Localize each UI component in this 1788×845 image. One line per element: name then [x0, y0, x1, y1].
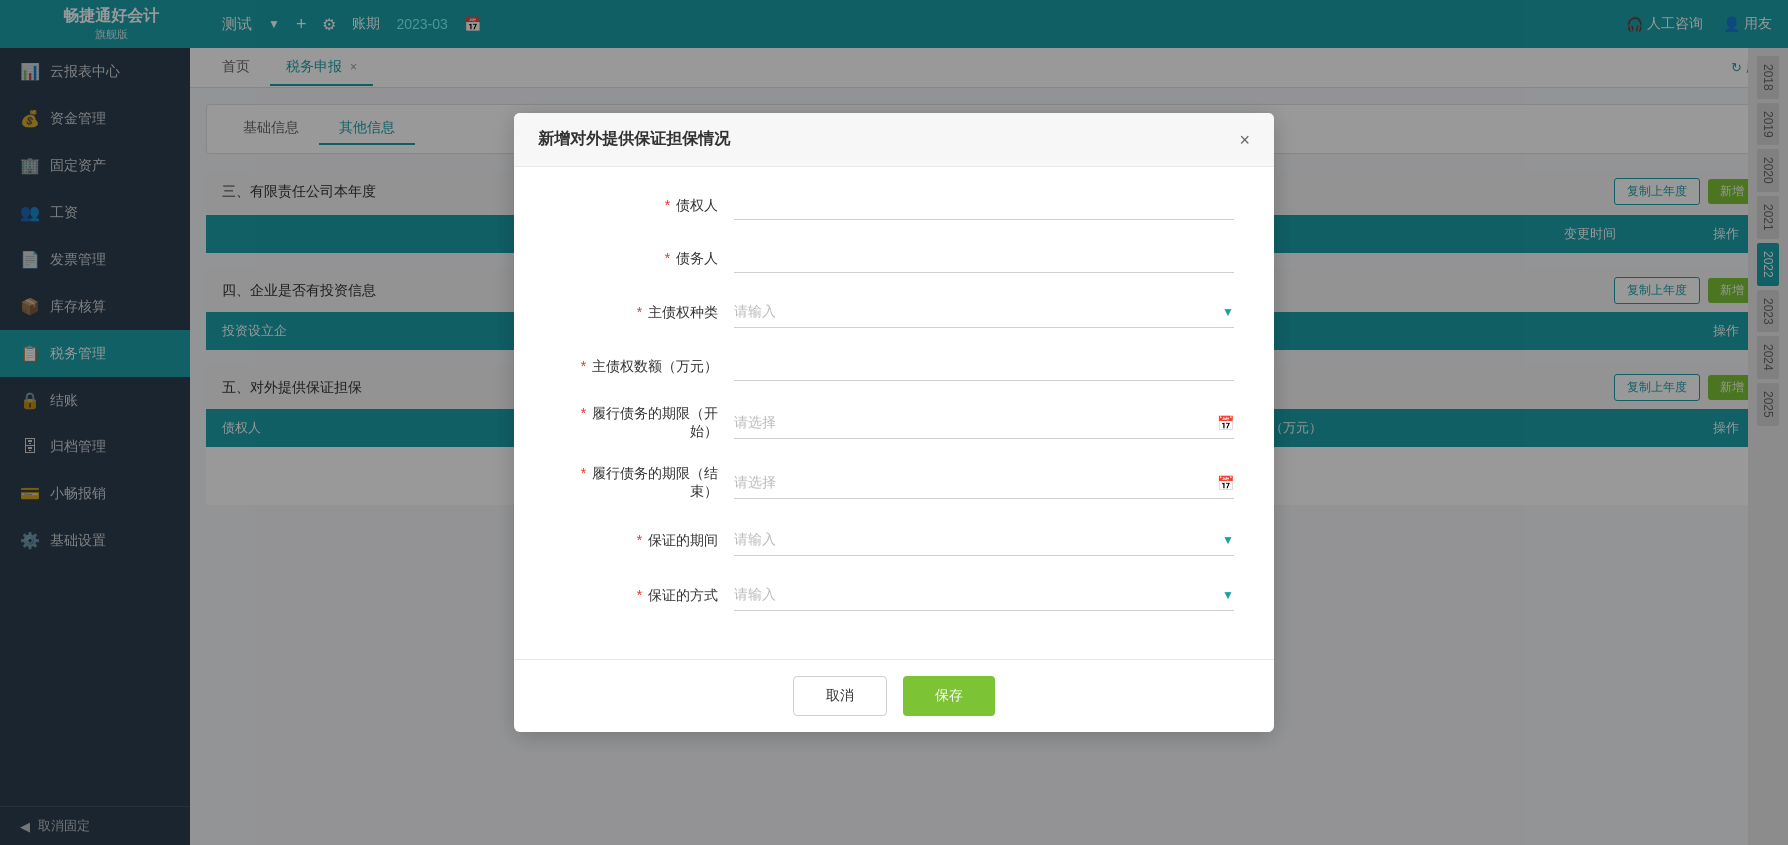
guarantee-period-placeholder: 请输入 [734, 531, 776, 549]
claim-type-placeholder: 请输入 [734, 303, 776, 321]
form-row-obligation-end: * 履行债务的期限（结束） 请选择 📅 [554, 465, 1234, 501]
modal-title: 新增对外提供保证担保情况 [538, 129, 730, 150]
claim-type-label: * 主债权种类 [554, 304, 734, 322]
form-row-debtor: * 债务人 [554, 244, 1234, 273]
obligation-end-date[interactable]: 请选择 📅 [734, 468, 1234, 499]
modal-dialog: 新增对外提供保证担保情况 × * 债权人 * 债务人 [514, 113, 1274, 732]
obligation-end-calendar-icon: 📅 [1217, 475, 1234, 491]
guarantee-method-arrow-icon: ▼ [1222, 588, 1234, 602]
form-row-claim-amount: * 主债权数额（万元） [554, 352, 1234, 381]
obligation-start-label: * 履行债务的期限（开始） [554, 405, 734, 441]
cancel-button[interactable]: 取消 [793, 676, 887, 716]
guarantee-period-label: * 保证的期间 [554, 532, 734, 550]
debtor-label: * 债务人 [554, 250, 734, 268]
form-row-guarantee-period: * 保证的期间 请输入 ▼ [554, 525, 1234, 556]
claim-type-select[interactable]: 请输入 ▼ [734, 297, 1234, 328]
guarantee-method-placeholder: 请输入 [734, 586, 776, 604]
obligation-end-label: * 履行债务的期限（结束） [554, 465, 734, 501]
guarantee-period-arrow-icon: ▼ [1222, 533, 1234, 547]
modal-header: 新增对外提供保证担保情况 × [514, 113, 1274, 167]
debtor-input[interactable] [734, 244, 1234, 273]
creditor-label: * 债权人 [554, 197, 734, 215]
form-row-obligation-start: * 履行债务的期限（开始） 请选择 📅 [554, 405, 1234, 441]
modal-footer: 取消 保存 [514, 659, 1274, 732]
creditor-input[interactable] [734, 191, 1234, 220]
form-row-creditor: * 债权人 [554, 191, 1234, 220]
claim-amount-input[interactable] [734, 352, 1234, 381]
form-row-guarantee-method: * 保证的方式 请输入 ▼ [554, 580, 1234, 611]
obligation-start-placeholder: 请选择 [734, 414, 776, 432]
guarantee-period-select[interactable]: 请输入 ▼ [734, 525, 1234, 556]
guarantee-method-select[interactable]: 请输入 ▼ [734, 580, 1234, 611]
claim-amount-label: * 主债权数额（万元） [554, 358, 734, 376]
obligation-start-calendar-icon: 📅 [1217, 415, 1234, 431]
obligation-end-placeholder: 请选择 [734, 474, 776, 492]
form-row-claim-type: * 主债权种类 请输入 ▼ [554, 297, 1234, 328]
save-button[interactable]: 保存 [903, 676, 995, 716]
modal-close-button[interactable]: × [1239, 131, 1250, 149]
obligation-start-date[interactable]: 请选择 📅 [734, 408, 1234, 439]
modal-body: * 债权人 * 债务人 * 主债权种类 请输入 [514, 167, 1274, 659]
guarantee-method-label: * 保证的方式 [554, 587, 734, 605]
modal-overlay: 新增对外提供保证担保情况 × * 债权人 * 债务人 [0, 0, 1788, 845]
claim-type-arrow-icon: ▼ [1222, 305, 1234, 319]
